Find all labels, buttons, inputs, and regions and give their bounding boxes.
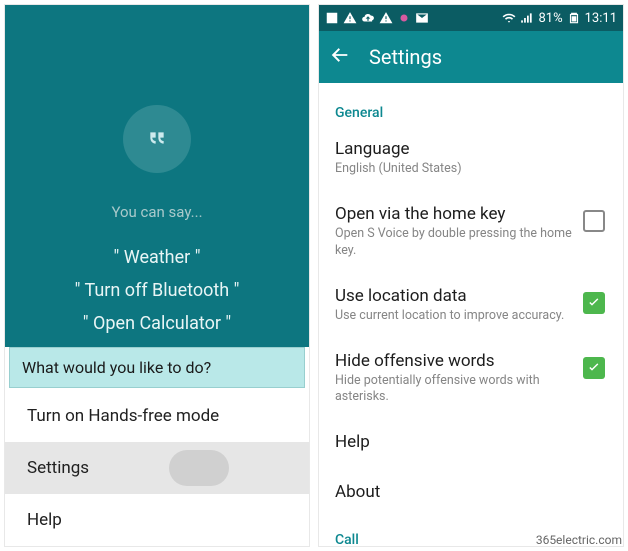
setting-location-sub: Use current location to improve accuracy… [335, 308, 573, 325]
setting-about[interactable]: About [335, 482, 607, 502]
signal-icon [520, 11, 534, 25]
offensive-checkbox[interactable] [583, 357, 605, 379]
status-system-icons: 81% 13:11 [502, 11, 617, 26]
suggestion-bluetooth: " Turn off Bluetooth " [75, 280, 240, 301]
battery-percent: 81% [538, 11, 562, 26]
setting-offensive-title: Hide offensive words [335, 351, 573, 371]
voice-prompt-input[interactable]: What would you like to do? [9, 347, 305, 388]
setting-offensive[interactable]: Hide offensive words Hide potentially of… [335, 351, 607, 407]
setting-home-key[interactable]: Open via the home key Open S Voice by do… [335, 204, 607, 260]
menu-item-help[interactable]: Help [5, 494, 309, 546]
quote-icon [123, 105, 191, 173]
battery-icon [567, 11, 581, 25]
warning-icon [379, 11, 393, 25]
status-time: 13:11 [585, 11, 617, 26]
context-menu: Turn on Hands-free mode Settings Help [5, 388, 309, 546]
setting-location[interactable]: Use location data Use current location t… [335, 286, 607, 325]
touch-ripple [169, 450, 229, 486]
location-checkbox[interactable] [583, 292, 605, 314]
setting-offensive-sub: Hide potentially offensive words with as… [335, 373, 573, 407]
setting-home-key-sub: Open S Voice by double pressing the home… [335, 226, 573, 260]
setting-language-title: Language [335, 139, 573, 159]
wifi-icon [502, 11, 516, 25]
image-icon [325, 11, 339, 25]
page-title: Settings [369, 45, 442, 69]
section-header-general: General [335, 105, 607, 121]
watermark: 365electric.com [536, 533, 622, 547]
app-bar: Settings [319, 31, 623, 83]
check-icon [586, 295, 602, 311]
voice-hero: You can say... " Weather " " Turn off Bl… [5, 5, 309, 347]
setting-language[interactable]: Language English (United States) [335, 139, 607, 178]
menu-item-settings[interactable]: Settings [5, 442, 309, 494]
suggestion-calculator: " Open Calculator " [83, 313, 231, 334]
setting-location-title: Use location data [335, 286, 573, 306]
circle-icon [397, 11, 411, 25]
setting-language-sub: English (United States) [335, 161, 573, 178]
home-key-checkbox[interactable] [583, 210, 605, 232]
you-can-say-label: You can say... [111, 203, 202, 221]
setting-help[interactable]: Help [335, 432, 607, 452]
menu-item-handsfree[interactable]: Turn on Hands-free mode [5, 390, 309, 442]
settings-list[interactable]: General Language English (United States)… [319, 83, 623, 546]
menu-item-settings-label: Settings [27, 458, 89, 478]
arrow-left-icon [329, 44, 351, 66]
setting-home-key-title: Open via the home key [335, 204, 573, 224]
settings-screen: 81% 13:11 Settings General Language Engl… [318, 4, 624, 547]
check-icon [586, 360, 602, 376]
back-button[interactable] [329, 44, 351, 70]
warning-icon [343, 11, 357, 25]
status-notification-icons [325, 11, 429, 25]
cloud-upload-icon [361, 11, 375, 25]
suggestion-weather: " Weather " [114, 247, 201, 268]
mail-icon [415, 11, 429, 25]
status-bar: 81% 13:11 [319, 5, 623, 31]
svoice-screen: You can say... " Weather " " Turn off Bl… [4, 4, 310, 547]
